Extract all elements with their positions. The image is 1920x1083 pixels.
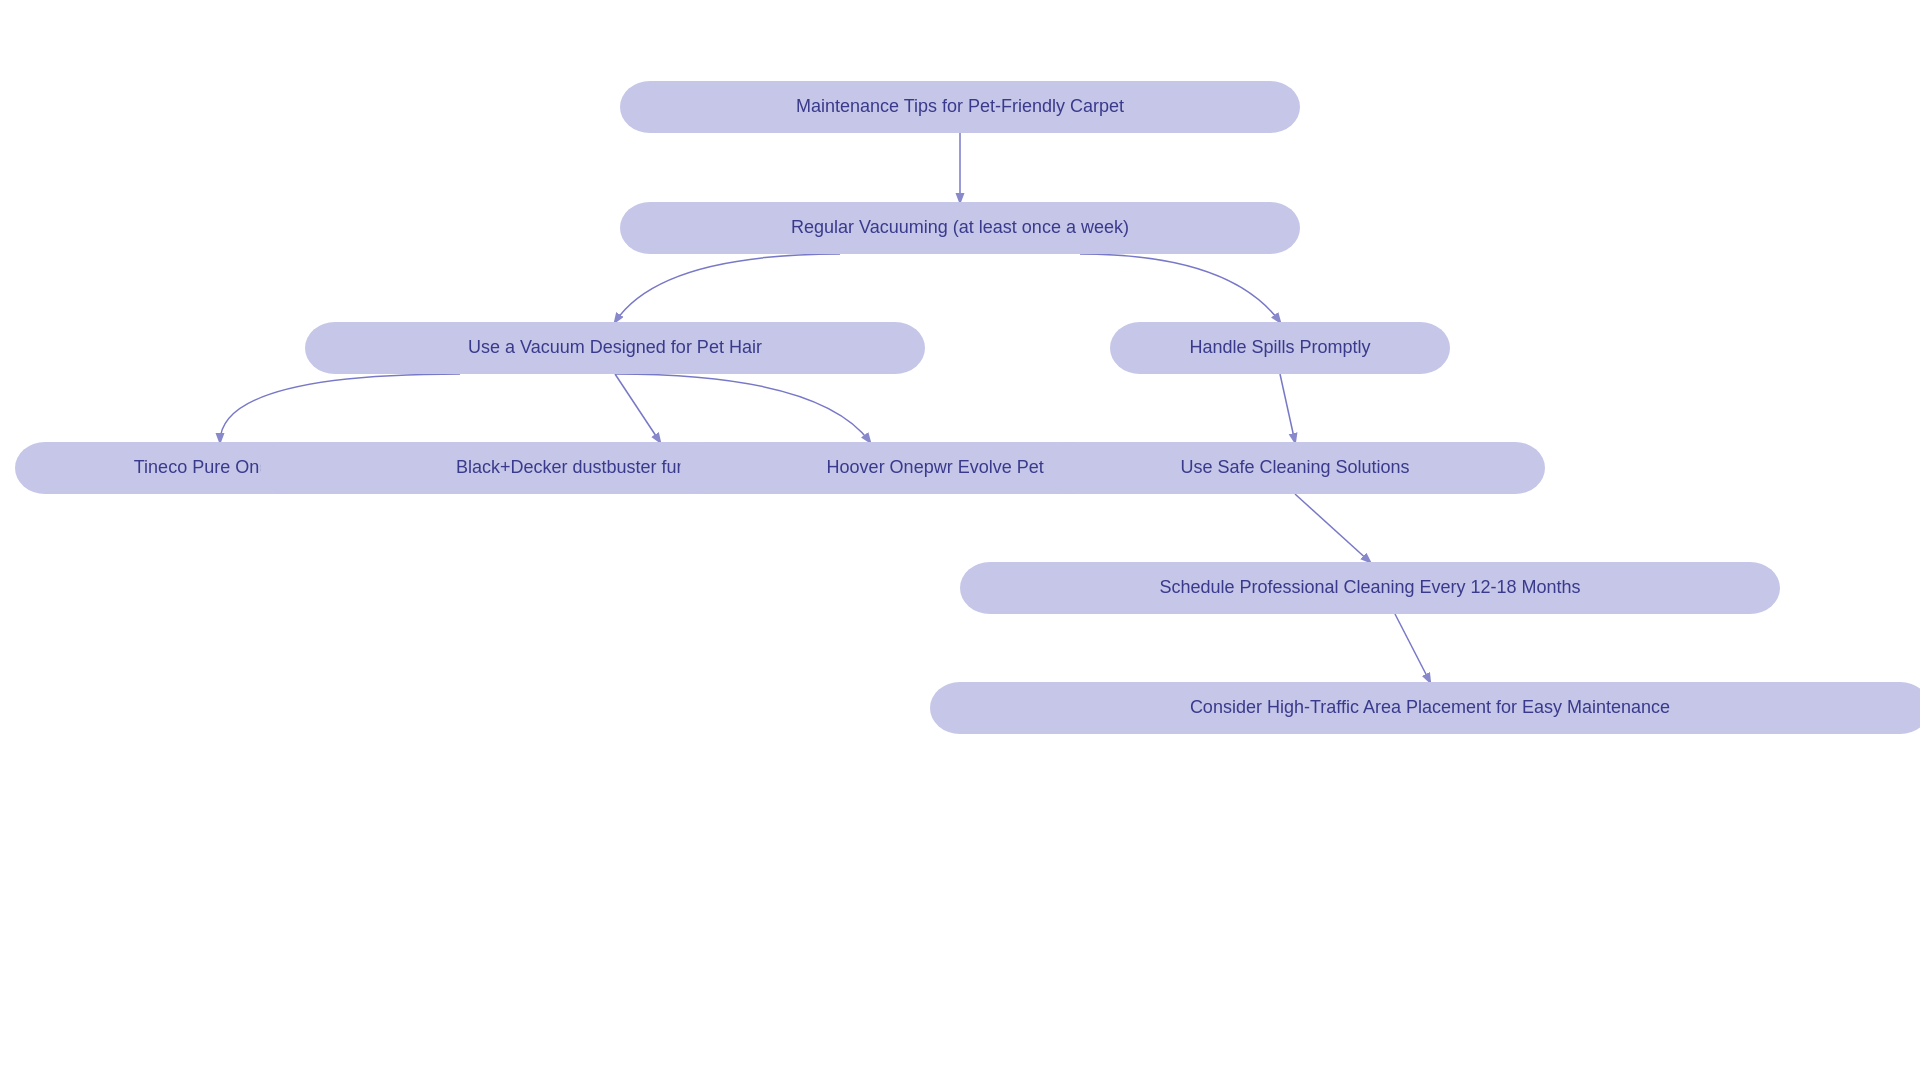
node-n7-label: Use Safe Cleaning Solutions — [1180, 457, 1409, 477]
edge-n7-n8 — [1295, 494, 1370, 562]
node-n3-label: Handle Spills Promptly — [1189, 337, 1370, 357]
edge-n1-n2 — [615, 254, 840, 322]
node-n2-label: Use a Vacuum Designed for Pet Hair — [468, 337, 762, 357]
edge-n1-n3 — [1080, 254, 1280, 322]
edge-n2-n5 — [615, 374, 660, 442]
node-n1-label: Regular Vacuuming (at least once a week) — [791, 217, 1129, 237]
edge-n8-n9 — [1395, 614, 1430, 682]
edge-n2-n4 — [220, 374, 460, 442]
node-n8-label: Schedule Professional Cleaning Every 12-… — [1159, 577, 1580, 597]
edge-n3-n7 — [1280, 374, 1295, 442]
node-root-label: Maintenance Tips for Pet-Friendly Carpet — [796, 96, 1124, 116]
node-n9-label: Consider High-Traffic Area Placement for… — [1190, 697, 1670, 717]
